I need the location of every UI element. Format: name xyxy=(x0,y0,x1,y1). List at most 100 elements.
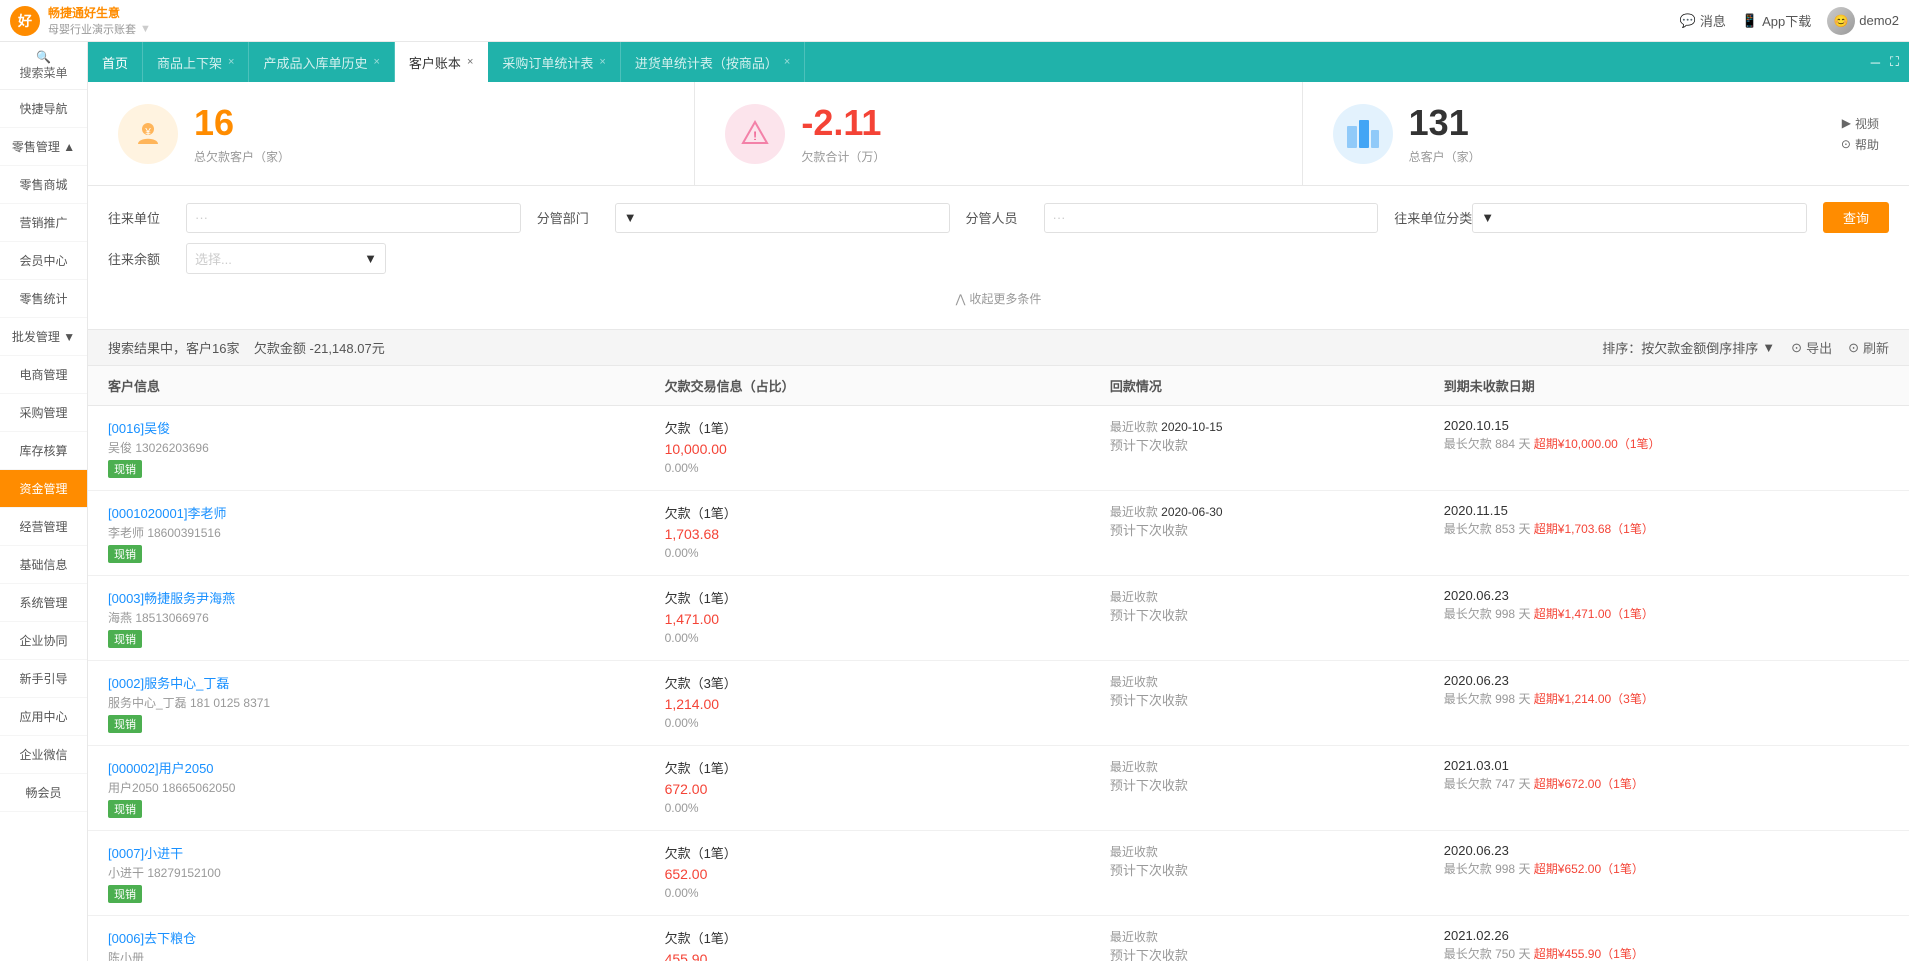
sidebar-item-wechat[interactable]: 企业微信 xyxy=(0,736,87,774)
member-label: 会员中心 xyxy=(19,254,67,268)
table-row: [0002]服务中心_丁磊 服务中心_丁磊 181 0125 8371 现销 欠… xyxy=(88,661,1909,746)
debt-percent-5: 0.00% xyxy=(665,801,1110,815)
tab-purchase-stats[interactable]: 采购订单统计表 × xyxy=(488,42,620,82)
tab-product-shelf[interactable]: 商品上下架 × xyxy=(143,42,249,82)
sort-button[interactable]: 排序：按欠款金额倒序排序 ▼ xyxy=(1602,338,1775,357)
debt-amount-5: 672.00 xyxy=(665,781,1110,797)
collapse-btn[interactable]: ⋀ 收起更多条件 xyxy=(108,284,1889,313)
debt-info-3: 欠款（1笔） 1,471.00 0.00% xyxy=(665,588,1110,645)
dept-label: 分管部门 xyxy=(537,208,607,227)
query-button[interactable]: 查询 xyxy=(1823,202,1889,233)
close-icon[interactable]: × xyxy=(599,56,605,68)
refresh-button[interactable]: ⊙ 刷新 xyxy=(1848,338,1889,357)
maximize-icon[interactable]: ⛶ xyxy=(1890,54,1899,70)
customer-sub-7: 陈小册 xyxy=(108,949,665,961)
col-header-debt: 欠款交易信息（占比） xyxy=(665,376,1110,395)
overdue-link-1[interactable]: 超期¥10,000.00（1笔） xyxy=(1534,437,1661,451)
sidebar-item-member[interactable]: 会员中心 xyxy=(0,242,87,280)
debt-amount-2: 1,703.68 xyxy=(665,526,1110,542)
close-icon[interactable]: × xyxy=(228,56,234,68)
customer-name-link-6[interactable]: [0007]小进干 xyxy=(108,843,665,862)
sidebar-item-ecommerce[interactable]: 电商管理 xyxy=(0,356,87,394)
overdue-link-4[interactable]: 超期¥1,214.00（3笔） xyxy=(1534,692,1654,706)
search-menu[interactable]: 🔍 搜索菜单 xyxy=(0,42,87,90)
sidebar-item-inventory[interactable]: 库存核算 xyxy=(0,432,87,470)
close-icon[interactable]: × xyxy=(467,56,473,68)
inventory-label: 库存核算 xyxy=(19,444,67,458)
sidebar-item-vip[interactable]: 畅会员 xyxy=(0,774,87,812)
overdue-link-5[interactable]: 超期¥672.00（1笔） xyxy=(1534,777,1644,791)
overdue-link-6[interactable]: 超期¥652.00（1笔） xyxy=(1534,862,1644,876)
tab-home[interactable]: 首页 xyxy=(88,42,143,82)
refresh-icon: ⊙ xyxy=(1848,340,1859,356)
sidebar-item-purchase[interactable]: 采购管理 xyxy=(0,394,87,432)
customer-name-link-7[interactable]: [0006]去下粮仓 xyxy=(108,928,665,947)
sidebar-item-retail-mall[interactable]: 零售商城 xyxy=(0,166,87,204)
customer-name-link-2[interactable]: [0001020001]李老师 xyxy=(108,503,665,522)
debt-amount-6: 652.00 xyxy=(665,866,1110,882)
sidebar-item-basic-info[interactable]: 基础信息 xyxy=(0,546,87,584)
table-row: [0001020001]李老师 李老师 18600391516 现销 欠款（1笔… xyxy=(88,491,1909,576)
sidebar-item-retail-stats[interactable]: 零售统计 xyxy=(0,280,87,318)
customer-tag-3: 现销 xyxy=(108,630,142,648)
debt-percent-3: 0.00% xyxy=(665,631,1110,645)
overdue-link-2[interactable]: 超期¥1,703.68（1笔） xyxy=(1534,522,1654,536)
next-payment-1: 预计下次收款 xyxy=(1110,435,1444,454)
source-unit-input[interactable]: ··· xyxy=(186,203,521,233)
tab-customer-account[interactable]: 客户账本 × xyxy=(395,42,488,82)
help-link[interactable]: ⊙ 帮助 xyxy=(1841,136,1879,153)
customer-name-link-3[interactable]: [0003]畅捷服务尹海燕 xyxy=(108,588,665,607)
debt-info-6: 欠款（1笔） 652.00 0.00% xyxy=(665,843,1110,900)
sidebar-item-operations[interactable]: 经营管理 xyxy=(0,508,87,546)
person-input[interactable]: ··· xyxy=(1044,203,1379,233)
customer-name-link-1[interactable]: [0016]吴俊 xyxy=(108,418,665,437)
sidebar-item-retail-mgmt[interactable]: 零售管理 ▲ xyxy=(0,128,87,166)
sidebar-item-wholesale[interactable]: 批发管理 ▼ xyxy=(0,318,87,356)
user-menu[interactable]: 😊 demo2 xyxy=(1827,7,1899,35)
debt-amount-4: 1,214.00 xyxy=(665,696,1110,712)
debt-amount-1: 10,000.00 xyxy=(665,441,1110,457)
tab-product-history[interactable]: 产成品入库单历史 × xyxy=(249,42,394,82)
top-right: 💬 消息 📱 App下载 😊 demo2 xyxy=(1680,7,1899,35)
customer-name-link-5[interactable]: [000002]用户2050 xyxy=(108,758,665,777)
dept-select-arrow: ▼ xyxy=(624,210,637,225)
next-payment-5: 预计下次收款 xyxy=(1110,775,1444,794)
tab-bar: 首页 商品上下架 × 产成品入库单历史 × 客户账本 × 采购订单统计表 × xyxy=(88,42,1909,82)
total-customers-number: 131 xyxy=(1409,102,1481,144)
return-info-2: 最近收款 2020-06-30 预计下次收款 xyxy=(1110,503,1444,539)
sidebar-item-guide[interactable]: 新手引导 xyxy=(0,660,87,698)
export-button[interactable]: ⊙ 导出 xyxy=(1791,338,1832,357)
video-link[interactable]: ▶ 视频 xyxy=(1842,115,1879,132)
minimize-icon[interactable]: － xyxy=(1869,53,1882,72)
summary-row: ¥ 16 总欠款客户（家） ! xyxy=(88,82,1909,186)
next-payment-7: 预计下次收款 xyxy=(1110,945,1444,961)
overdue-link-3[interactable]: 超期¥1,471.00（1笔） xyxy=(1534,607,1654,621)
sidebar-item-system[interactable]: 系统管理 xyxy=(0,584,87,622)
sidebar-item-marketing[interactable]: 营销推广 xyxy=(0,204,87,242)
next-payment-4: 预计下次收款 xyxy=(1110,690,1444,709)
total-debt-label: 欠款合计（万） xyxy=(801,148,885,165)
tab-inbound-stats[interactable]: 进货单统计表（按商品） × xyxy=(621,42,805,82)
filter-source-unit: 往来单位 ··· xyxy=(108,203,521,233)
sidebar-item-quick-nav[interactable]: 快捷导航 xyxy=(0,90,87,128)
category-select[interactable]: ▼ xyxy=(1472,203,1807,233)
debt-customers-icon: ¥ xyxy=(118,104,178,164)
sort-label: 排序：按欠款金额倒序排序 xyxy=(1602,338,1758,357)
overdue-days-6: 最长欠款 998 天 超期¥652.00（1笔） xyxy=(1444,860,1889,877)
close-icon[interactable]: × xyxy=(784,56,790,68)
app-download-btn[interactable]: 📱 App下载 xyxy=(1742,11,1811,30)
sidebar-item-apps[interactable]: 应用中心 xyxy=(0,698,87,736)
message-btn[interactable]: 💬 消息 xyxy=(1680,11,1726,30)
return-info-4: 最近收款 预计下次收款 xyxy=(1110,673,1444,709)
close-icon[interactable]: × xyxy=(373,56,379,68)
filter-row-2: 往来余额 选择... ▼ xyxy=(108,243,1889,274)
filter-section: 往来单位 ··· 分管部门 ▼ 分管人员 xyxy=(88,186,1909,330)
overdue-link-7[interactable]: 超期¥455.90（1笔） xyxy=(1534,947,1644,961)
balance-select[interactable]: 选择... ▼ xyxy=(186,243,386,274)
total-debt-icon: ! xyxy=(725,104,785,164)
sidebar-item-finance[interactable]: 资金管理 xyxy=(0,470,87,508)
dept-select[interactable]: ▼ xyxy=(615,203,950,233)
sidebar-item-collab[interactable]: 企业协同 xyxy=(0,622,87,660)
customer-name-link-4[interactable]: [0002]服务中心_丁磊 xyxy=(108,673,665,692)
debt-customers-number: 16 xyxy=(194,102,290,144)
